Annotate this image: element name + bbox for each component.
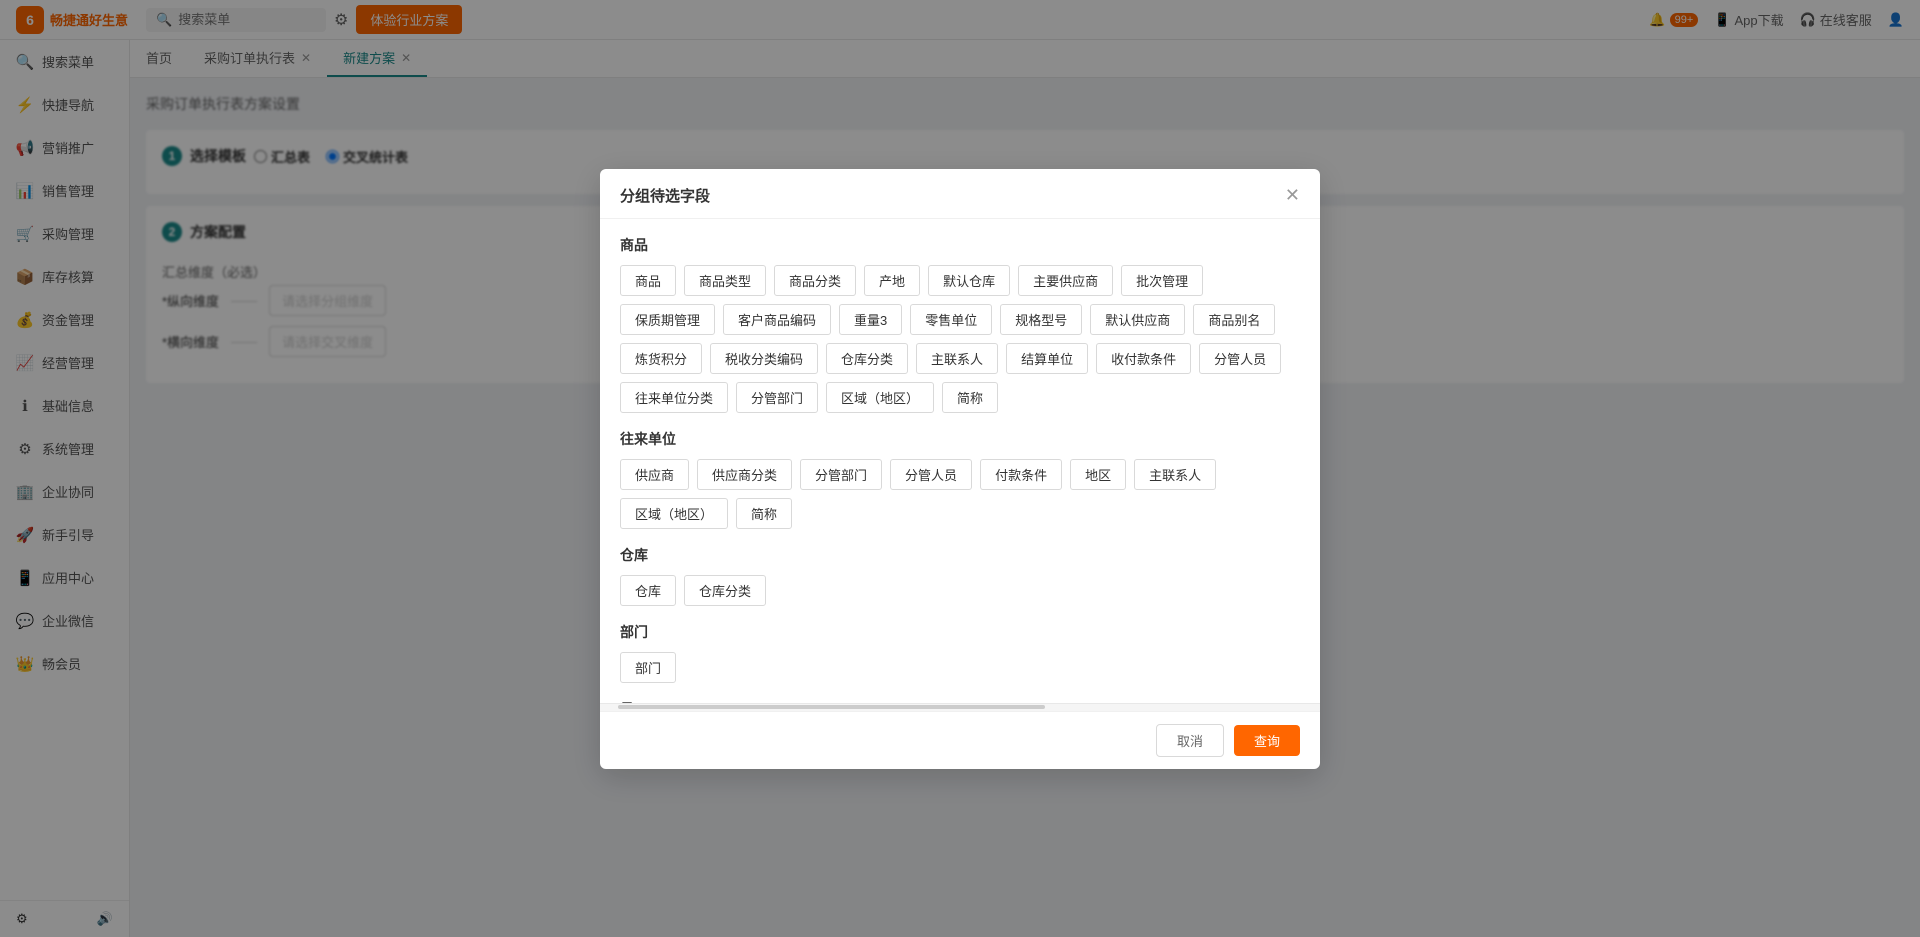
field-tag[interactable]: 批次管理 <box>1121 265 1203 296</box>
field-tag[interactable]: 区域（地区） <box>826 382 934 413</box>
field-tag[interactable]: 收付款条件 <box>1096 343 1191 374</box>
field-tag[interactable]: 仓库分类 <box>684 575 766 606</box>
field-tag[interactable]: 商品类型 <box>684 265 766 296</box>
field-tag[interactable]: 结算单位 <box>1006 343 1088 374</box>
field-group-warehouse-title: 仓库 <box>620 545 1300 565</box>
field-tag[interactable]: 区域（地区） <box>620 498 728 529</box>
field-tag[interactable]: 重量3 <box>839 304 902 335</box>
field-tag[interactable]: 保质期管理 <box>620 304 715 335</box>
field-tag[interactable]: 主联系人 <box>916 343 998 374</box>
field-tag[interactable]: 主联系人 <box>1134 459 1216 490</box>
field-tag[interactable]: 商品 <box>620 265 676 296</box>
confirm-button[interactable]: 查询 <box>1234 725 1300 756</box>
field-group-department: 部门 部门 <box>620 622 1300 683</box>
field-tag[interactable]: 炼货积分 <box>620 343 702 374</box>
field-tag[interactable]: 仓库分类 <box>826 343 908 374</box>
field-tag[interactable]: 税收分类编码 <box>710 343 818 374</box>
field-tag[interactable]: 地区 <box>1070 459 1126 490</box>
field-tag[interactable]: 规格型号 <box>1000 304 1082 335</box>
field-tag[interactable]: 分管人员 <box>890 459 972 490</box>
modal-horizontal-scrollbar[interactable] <box>600 703 1320 711</box>
field-select-modal: 分组待选字段 ✕ 商品 商品 商品类型 商品分类 产地 默认仓库 主要供应商 批… <box>600 169 1320 769</box>
field-tag[interactable]: 主要供应商 <box>1018 265 1113 296</box>
field-group-goods-title: 商品 <box>620 235 1300 255</box>
modal-title: 分组待选字段 <box>620 185 710 206</box>
modal-footer: 取消 查询 <box>600 711 1320 769</box>
department-field-tags: 部门 <box>620 652 1300 683</box>
modal-header: 分组待选字段 ✕ <box>600 169 1320 219</box>
modal-hscroll-bar <box>618 705 1045 709</box>
field-tag[interactable]: 部门 <box>620 652 676 683</box>
field-tag[interactable]: 分管部门 <box>736 382 818 413</box>
field-tag[interactable]: 客户商品编码 <box>723 304 831 335</box>
field-tag[interactable]: 付款条件 <box>980 459 1062 490</box>
field-tag[interactable]: 分管人员 <box>1199 343 1281 374</box>
field-tag[interactable]: 供应商 <box>620 459 689 490</box>
field-tag[interactable]: 供应商分类 <box>697 459 792 490</box>
cancel-button[interactable]: 取消 <box>1156 724 1224 757</box>
field-tag[interactable]: 商品别名 <box>1193 304 1275 335</box>
field-group-warehouse: 仓库 仓库 仓库分类 <box>620 545 1300 606</box>
modal-close-button[interactable]: ✕ <box>1285 186 1300 204</box>
field-tag[interactable]: 简称 <box>942 382 998 413</box>
field-group-partner: 往来单位 供应商 供应商分类 分管部门 分管人员 付款条件 地区 主联系人 区域… <box>620 429 1300 529</box>
field-tag[interactable]: 简称 <box>736 498 792 529</box>
warehouse-field-tags: 仓库 仓库分类 <box>620 575 1300 606</box>
field-group-partner-title: 往来单位 <box>620 429 1300 449</box>
partner-field-tags: 供应商 供应商分类 分管部门 分管人员 付款条件 地区 主联系人 区域（地区） … <box>620 459 1300 529</box>
field-tag[interactable]: 默认供应商 <box>1090 304 1185 335</box>
field-tag[interactable]: 零售单位 <box>910 304 992 335</box>
field-tag[interactable]: 仓库 <box>620 575 676 606</box>
field-tag[interactable]: 商品分类 <box>774 265 856 296</box>
field-tag[interactable]: 往来单位分类 <box>620 382 728 413</box>
goods-field-tags: 商品 商品类型 商品分类 产地 默认仓库 主要供应商 批次管理 保质期管理 客户… <box>620 265 1300 413</box>
field-tag[interactable]: 分管部门 <box>800 459 882 490</box>
field-tag[interactable]: 产地 <box>864 265 920 296</box>
modal-overlay: 分组待选字段 ✕ 商品 商品 商品类型 商品分类 产地 默认仓库 主要供应商 批… <box>0 0 1920 937</box>
modal-body[interactable]: 商品 商品 商品类型 商品分类 产地 默认仓库 主要供应商 批次管理 保质期管理… <box>600 219 1320 703</box>
field-group-goods: 商品 商品 商品类型 商品分类 产地 默认仓库 主要供应商 批次管理 保质期管理… <box>620 235 1300 413</box>
field-group-department-title: 部门 <box>620 622 1300 642</box>
field-tag[interactable]: 默认仓库 <box>928 265 1010 296</box>
